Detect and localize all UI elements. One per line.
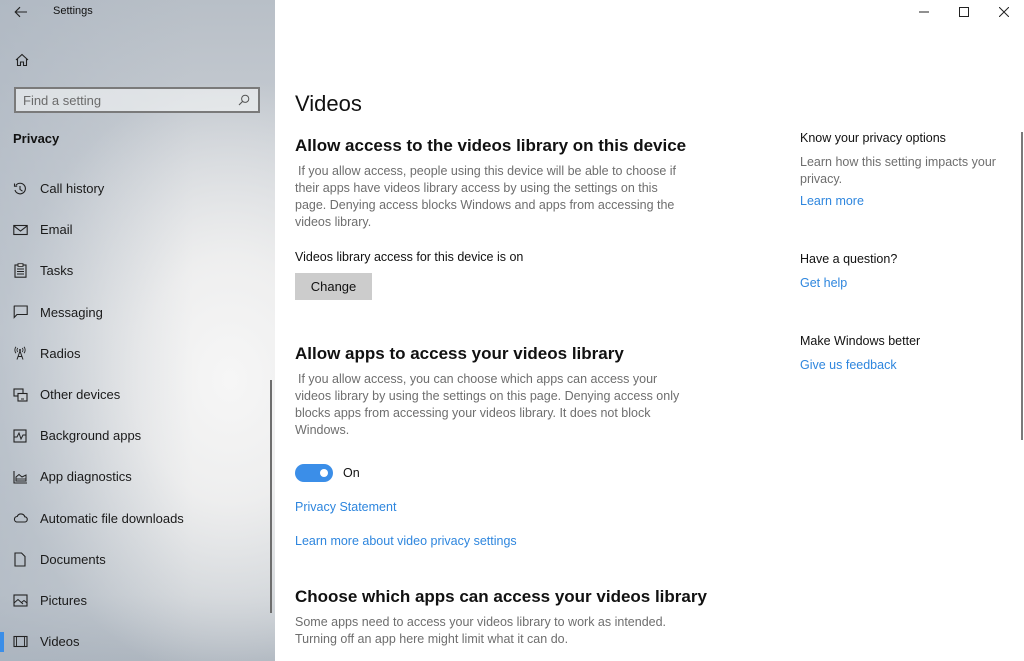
tasks-icon — [12, 263, 28, 279]
sidebar-item-label: Other devices — [40, 387, 121, 403]
messaging-icon — [12, 304, 28, 320]
sidebar-item-label: Automatic file downloads — [40, 510, 184, 526]
window-title: Settings — [53, 5, 93, 17]
sidebar-item-automatic-file-downloads[interactable]: Automatic file downloads — [0, 498, 270, 539]
sidebar-item-tasks[interactable]: Tasks — [0, 250, 270, 291]
minimize-button[interactable] — [904, 0, 944, 24]
cloud-icon — [12, 510, 28, 526]
app-access-toggle[interactable] — [295, 464, 333, 482]
sidebar-item-label: Email — [40, 222, 73, 238]
sidebar-item-other-devices[interactable]: Other devices — [0, 374, 270, 415]
learn-more-video-privacy-link[interactable]: Learn more about video privacy settings — [295, 534, 517, 548]
give-feedback-link[interactable]: Give us feedback — [800, 358, 897, 372]
sidebar-item-app-diagnostics[interactable]: App diagnostics — [0, 456, 270, 497]
pictures-icon — [12, 592, 28, 608]
section-description-app-access: If you allow access, you can choose whic… — [295, 372, 680, 437]
device-access-status: Videos library access for this device is… — [295, 250, 524, 264]
sidebar-item-label: Pictures — [40, 592, 87, 608]
sidebar-item-label: Call history — [40, 181, 105, 197]
sidebar-item-radios[interactable]: Radios — [0, 333, 270, 374]
search-input[interactable] — [16, 89, 235, 111]
sidebar-item-label: Videos — [40, 634, 80, 650]
maximize-icon — [959, 7, 969, 17]
email-icon — [12, 222, 28, 238]
get-help-link[interactable]: Get help — [800, 276, 847, 290]
section-heading-choose-apps: Choose which apps can access your videos… — [295, 587, 707, 606]
call-history-icon — [12, 181, 28, 197]
sidebar-item-videos[interactable]: Videos — [0, 621, 270, 661]
sidebar-item-label: Tasks — [40, 263, 74, 279]
learn-more-link[interactable]: Learn more — [800, 194, 864, 208]
section-heading-device-access: Allow access to the videos library on th… — [295, 136, 687, 155]
privacy-options-title: Know your privacy options — [800, 131, 946, 145]
document-icon — [12, 551, 28, 567]
sidebar-item-messaging[interactable]: Messaging — [0, 292, 270, 333]
change-button[interactable]: Change — [295, 273, 372, 300]
sidebar-scrollbar[interactable] — [270, 380, 272, 613]
sidebar-item-pictures[interactable]: Pictures — [0, 580, 270, 621]
section-label-privacy: Privacy — [13, 131, 60, 146]
home-button[interactable] — [12, 50, 32, 70]
privacy-options-description: Learn how this setting impacts your priv… — [800, 155, 996, 186]
minimize-icon — [919, 11, 929, 13]
section-heading-app-access: Allow apps to access your videos library — [295, 344, 624, 363]
sidebar-item-label: Background apps — [40, 428, 142, 444]
other-devices-icon — [12, 387, 28, 403]
main-scrollbar[interactable] — [1021, 132, 1023, 440]
sidebar: Settings Privacy Call history Email Task… — [0, 0, 275, 661]
sidebar-item-email[interactable]: Email — [0, 209, 270, 250]
maximize-button[interactable] — [944, 0, 984, 24]
sidebar-item-label: Messaging — [40, 304, 103, 320]
arrow-left-icon — [14, 6, 27, 18]
radios-icon — [12, 345, 28, 361]
section-description-choose-apps: Some apps need to access your videos lib… — [295, 615, 667, 646]
question-title: Have a question? — [800, 252, 898, 266]
search-icon[interactable] — [235, 91, 253, 109]
sidebar-item-background-apps[interactable]: Background apps — [0, 415, 270, 456]
search-box[interactable] — [14, 87, 260, 113]
page-title: Videos — [295, 91, 362, 116]
home-icon — [15, 53, 29, 67]
close-button[interactable] — [984, 0, 1024, 24]
background-apps-icon — [12, 428, 28, 444]
back-button[interactable] — [10, 3, 32, 21]
sidebar-item-label: Radios — [40, 345, 81, 361]
sidebar-item-label: Documents — [40, 551, 106, 567]
toggle-state-label: On — [343, 466, 360, 480]
feedback-title: Make Windows better — [800, 334, 921, 348]
app-diagnostics-icon — [12, 469, 28, 485]
sidebar-nav: Call history Email Tasks Messaging Radio… — [0, 168, 270, 661]
sidebar-item-documents[interactable]: Documents — [0, 539, 270, 580]
close-icon — [999, 7, 1009, 17]
sidebar-item-call-history[interactable]: Call history — [0, 168, 270, 209]
toggle-knob — [320, 469, 328, 477]
videos-icon — [12, 634, 28, 650]
sidebar-item-label: App diagnostics — [40, 469, 132, 485]
section-description-device-access: If you allow access, people using this d… — [295, 164, 676, 229]
window-controls — [904, 0, 1024, 24]
privacy-statement-link[interactable]: Privacy Statement — [295, 500, 396, 514]
